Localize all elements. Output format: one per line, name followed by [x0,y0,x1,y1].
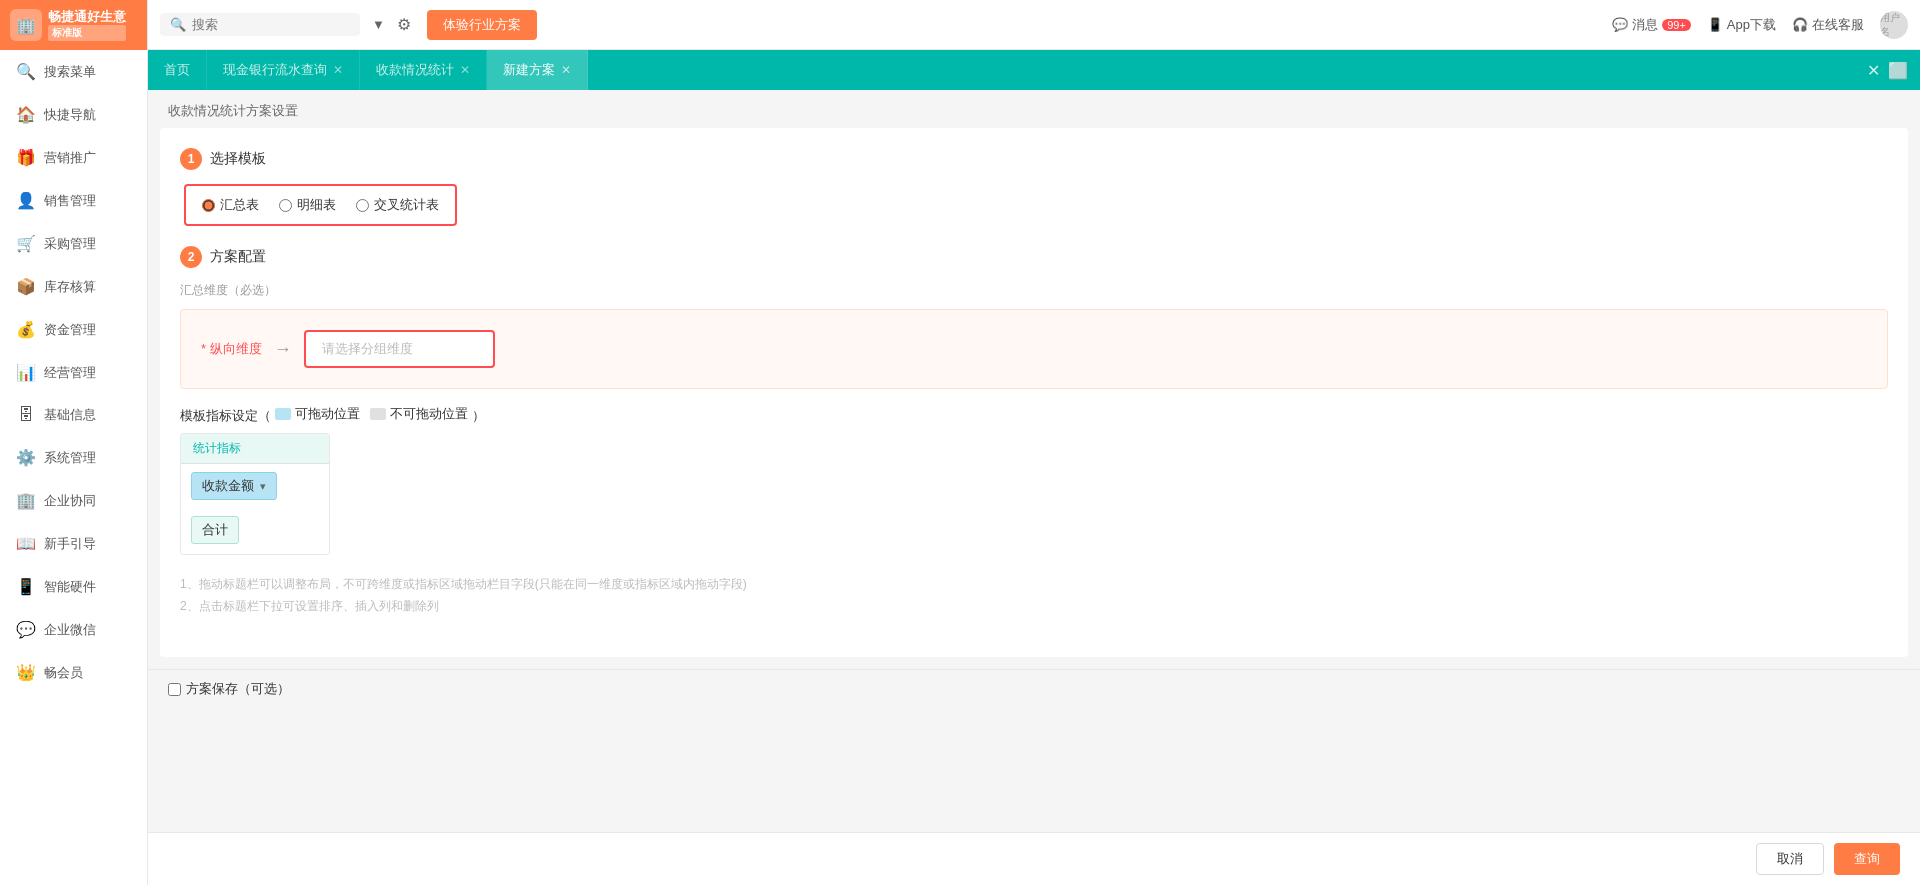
sidebar-item-purchase[interactable]: 🛒 采购管理 [0,222,147,265]
main-area: 🔍 ▼ ⚙ 体验行业方案 💬 消息 99+ 📱 App下载 🎧 在线客服 用户名 [148,0,1920,885]
user-icon: 👤 [16,191,36,210]
box-icon: 📦 [16,277,36,296]
movable-legend-swatch [275,408,291,420]
download-icon: 📱 [1707,17,1723,32]
metrics-table: 统计指标 收款金额 ▾ 合计 [180,433,330,555]
cancel-button[interactable]: 取消 [1756,843,1824,875]
metrics-label: 模板指标设定（ 可拖动位置 不可拖动位置 ） [180,405,1888,425]
metric-subtag-total[interactable]: 合计 [191,516,239,544]
metric-tag-shou[interactable]: 收款金额 ▾ [191,472,277,500]
money-icon: 💰 [16,320,36,339]
app-download-button[interactable]: 📱 App下载 [1707,16,1776,34]
chart-icon: 📊 [16,363,36,382]
fixed-legend-swatch [370,408,386,420]
step2-header: 2 方案配置 [180,246,1888,268]
sidebar-item-member[interactable]: 👑 畅会员 [0,651,147,694]
footer-section: 方案保存（可选） [148,669,1920,708]
save-plan-checkbox[interactable]: 方案保存（可选） [168,680,290,698]
sidebar-item-marketing[interactable]: 🎁 营销推广 [0,136,147,179]
close-window-icon[interactable]: ✕ [1867,61,1880,80]
sidebar-item-finance[interactable]: 💰 资金管理 [0,308,147,351]
content-area: 收款情况统计方案设置 1 选择模板 汇总表 明细表 [148,90,1920,832]
user-avatar[interactable]: 用户名 [1880,11,1908,39]
sidebar-item-operations[interactable]: 📊 经营管理 [0,351,147,394]
tab-bank-flow[interactable]: 现金银行流水查询 ✕ [207,50,360,90]
logo-text: 畅捷通好生意 标准版 [48,9,126,41]
metrics-section-header: 统计指标 [181,434,329,464]
tips-section: 1、拖动标题栏可以调整布局，不可跨维度或指标区域拖动栏目字段(只能在同一维度或指… [180,574,1888,617]
radio-detail[interactable]: 明细表 [279,196,336,214]
search-input[interactable] [192,17,342,32]
sidebar-item-guide[interactable]: 📖 新手引导 [0,522,147,565]
cart-icon: 🛒 [16,234,36,253]
metric-tag-cell[interactable]: 收款金额 ▾ [181,464,329,508]
logo-icon: 🏢 [10,9,42,41]
message-icon: 💬 [1612,17,1628,32]
step1-section: 1 选择模板 汇总表 明细表 交叉统计表 [180,148,1888,226]
sidebar-item-system[interactable]: ⚙️ 系统管理 [0,436,147,479]
dimension-label: 汇总维度（必选） [180,282,1888,299]
metric-subtag-cell[interactable]: 合计 [181,508,329,554]
service-icon: 🎧 [1792,17,1808,32]
chevron-down-icon: ▾ [260,480,266,493]
database-icon: 🗄 [16,406,36,424]
search-dropdown-icon[interactable]: ▼ [372,17,385,32]
action-bar: 取消 查询 [148,832,1920,885]
gift-icon: 🎁 [16,148,36,167]
sidebar-item-quick-nav[interactable]: 🏠 快捷导航 [0,93,147,136]
tab-collection-stats[interactable]: 收款情况统计 ✕ [360,50,487,90]
sidebar-item-sales[interactable]: 👤 销售管理 [0,179,147,222]
sidebar-item-base-info[interactable]: 🗄 基础信息 [0,394,147,436]
tab-close-collection-stats[interactable]: ✕ [460,63,470,77]
page-body: 1 选择模板 汇总表 明细表 交叉统计表 [160,128,1908,657]
hardware-icon: 📱 [16,577,36,596]
save-plan-input[interactable] [168,683,181,696]
tab-close-bank-flow[interactable]: ✕ [333,63,343,77]
search-bar[interactable]: 🔍 [160,13,360,36]
guide-icon: 📖 [16,534,36,553]
online-service-button[interactable]: 🎧 在线客服 [1792,16,1864,34]
gear-icon[interactable]: ⚙ [397,15,411,34]
trial-button[interactable]: 体验行业方案 [427,10,537,40]
sidebar-item-hardware[interactable]: 📱 智能硬件 [0,565,147,608]
dimension-area: * 纵向维度 → 请选择分组维度 [180,309,1888,389]
template-selection-box: 汇总表 明细表 交叉统计表 [184,184,457,226]
sidebar-item-wechat[interactable]: 💬 企业微信 [0,608,147,651]
search-icon: 🔍 [170,17,186,32]
topbar-right: 💬 消息 99+ 📱 App下载 🎧 在线客服 用户名 [1612,11,1908,39]
tabbar-actions: ✕ ⬜ [1855,50,1920,90]
sidebar-logo: 🏢 畅捷通好生意 标准版 [0,0,147,50]
step1-header: 1 选择模板 [180,148,1888,170]
tab-close-new-plan[interactable]: ✕ [561,63,571,77]
arrow-icon: → [274,339,292,360]
dimension-selector[interactable]: 请选择分组维度 [304,330,495,368]
maximize-icon[interactable]: ⬜ [1888,61,1908,80]
query-button[interactable]: 查询 [1834,843,1900,875]
radio-summary[interactable]: 汇总表 [202,196,259,214]
wechat-icon: 💬 [16,620,36,639]
step2-section: 2 方案配置 汇总维度（必选） * 纵向维度 → 请选择分组维度 [180,246,1888,617]
tab-home[interactable]: 首页 [148,50,207,90]
home-icon: 🏠 [16,105,36,124]
tab-new-plan[interactable]: 新建方案 ✕ [487,50,588,90]
system-icon: ⚙️ [16,448,36,467]
sidebar-item-inventory[interactable]: 📦 库存核算 [0,265,147,308]
search-icon: 🔍 [16,62,36,81]
radio-cross[interactable]: 交叉统计表 [356,196,439,214]
sidebar: 🏢 畅捷通好生意 标准版 🔍 搜索菜单 🏠 快捷导航 🎁 营销推广 👤 销售管理… [0,0,148,885]
enterprise-icon: 🏢 [16,491,36,510]
breadcrumb: 收款情况统计方案设置 [148,90,1920,128]
message-button[interactable]: 💬 消息 99+ [1612,16,1691,34]
sidebar-item-search-menu[interactable]: 🔍 搜索菜单 [0,50,147,93]
tabbar: 首页 现金银行流水查询 ✕ 收款情况统计 ✕ 新建方案 ✕ ✕ ⬜ [148,50,1920,90]
topbar: 🔍 ▼ ⚙ 体验行业方案 💬 消息 99+ 📱 App下载 🎧 在线客服 用户名 [148,0,1920,50]
vertical-dimension-row: * 纵向维度 → 请选择分组维度 [201,330,1867,368]
sidebar-item-enterprise[interactable]: 🏢 企业协同 [0,479,147,522]
member-icon: 👑 [16,663,36,682]
